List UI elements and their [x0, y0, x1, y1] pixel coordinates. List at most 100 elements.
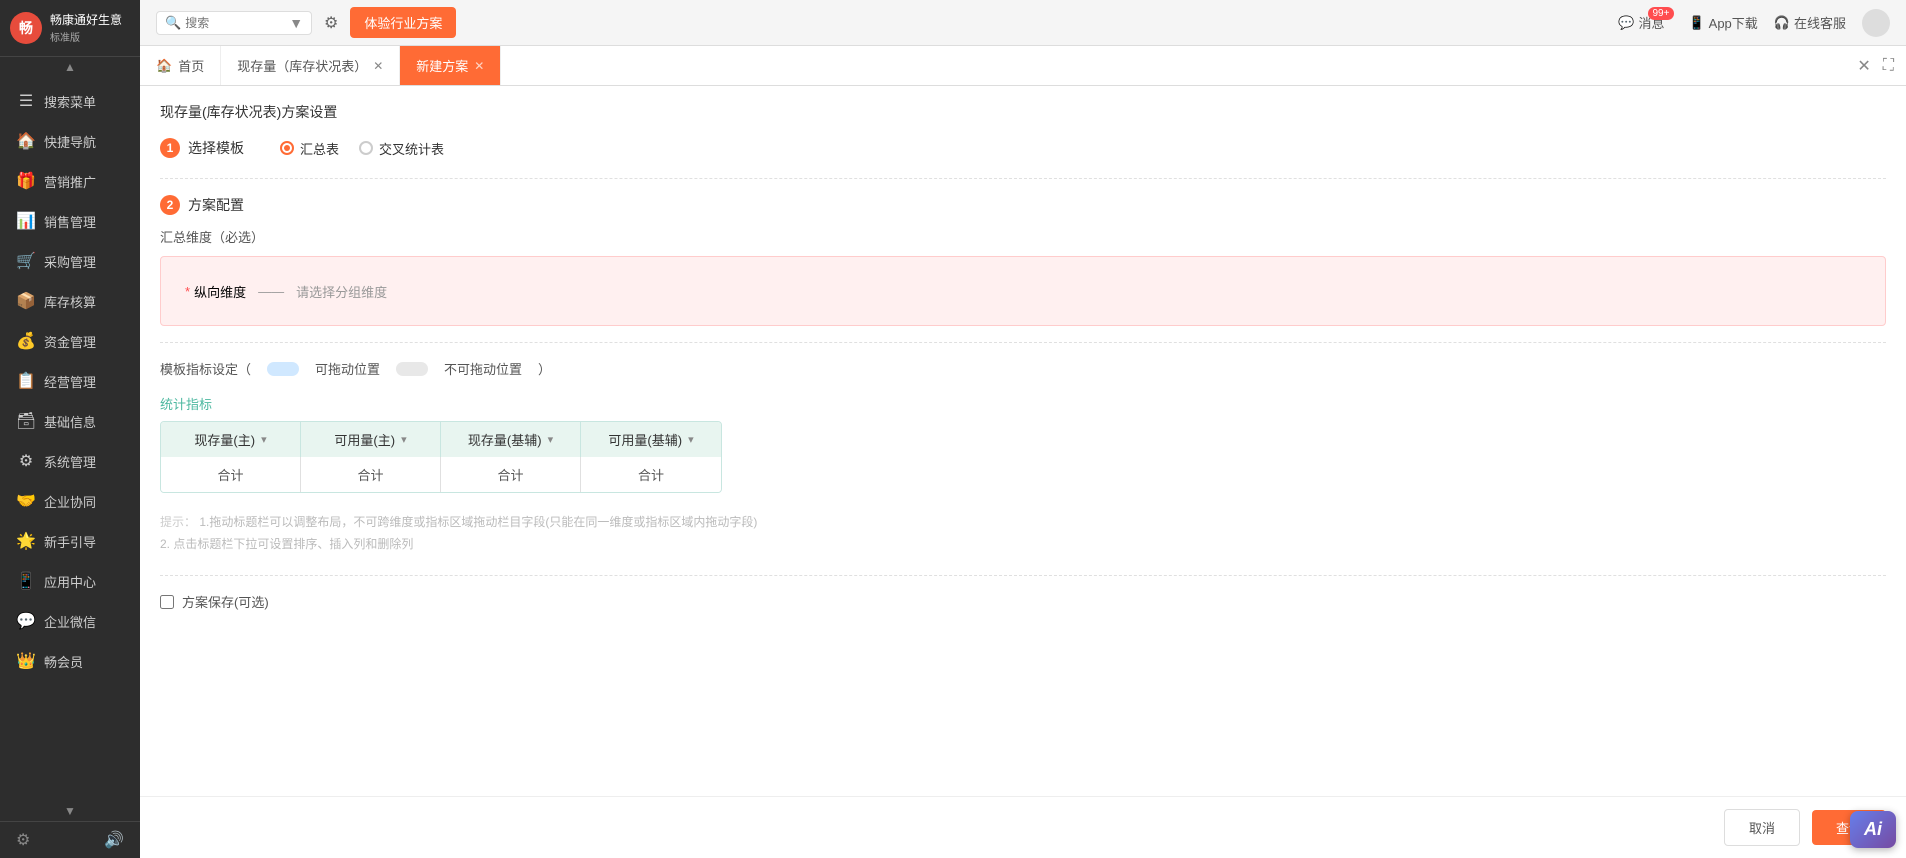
sidebar-item-system[interactable]: ⚙ 系统管理 — [0, 441, 140, 481]
sidebar-item-finance[interactable]: 💰 资金管理 — [0, 321, 140, 361]
stats-col-2-label: 可用量(主) — [334, 430, 395, 449]
finance-icon: 💰 — [16, 331, 36, 351]
col-3-chevron: ▾ — [548, 433, 554, 446]
required-star: * — [185, 284, 190, 299]
ai-badge[interactable]: Ai — [1850, 811, 1896, 848]
topbar-right: 💬 消息 99+ 📱 App下载 🎧 在线客服 — [1618, 9, 1890, 37]
stats-col-4-label: 可用量(基辅) — [608, 430, 682, 449]
enterprise-wechat-icon: 💬 — [16, 611, 36, 631]
sidebar-item-search-menu[interactable]: ☰ 搜索菜单 — [0, 81, 140, 121]
footer-bar: 取消 查询 — [140, 796, 1906, 858]
step2-header: 2 方案配置 — [160, 195, 1886, 215]
purchase-icon: 🛒 — [16, 251, 36, 271]
sidebar-item-operation[interactable]: 📋 经营管理 — [0, 361, 140, 401]
app-download-btn[interactable]: 📱 App下载 — [1688, 13, 1757, 32]
close-panel-btn[interactable]: ✕ — [1853, 52, 1874, 80]
tab-inventory-label: 现存量（库存状况表） — [237, 56, 367, 75]
sidebar-item-enterprise-wechat[interactable]: 💬 企业微信 — [0, 601, 140, 641]
sidebar-item-label: 搜索菜单 — [44, 92, 96, 111]
page-content: 现存量(库存状况表)方案设置 1 选择模板 汇总表 — [140, 86, 1906, 643]
user-avatar-btn[interactable] — [1862, 9, 1890, 37]
logo-text: 畅康通好生意 标准版 — [50, 12, 122, 44]
radio-summary[interactable]: 汇总表 — [280, 139, 339, 158]
sidebar-item-label: 系统管理 — [44, 452, 96, 471]
step1-section: 1 选择模板 汇总表 交叉统计表 — [160, 138, 1886, 158]
search-dropdown-btn[interactable]: ▼ — [289, 15, 303, 31]
expand-panel-btn[interactable]: ⛶ — [1879, 53, 1898, 79]
sidebar-item-basic-info[interactable]: 🗃 基础信息 — [0, 401, 140, 441]
home-icon: 🏠 — [156, 58, 172, 74]
tab-inventory-close[interactable]: ✕ — [373, 59, 383, 73]
step1-header: 1 选择模板 汇总表 交叉统计表 — [160, 138, 1886, 158]
sidebar-item-inventory[interactable]: 📦 库存核算 — [0, 281, 140, 321]
divider-3 — [160, 575, 1886, 576]
basic-info-icon: 🗃 — [16, 411, 36, 431]
template-options: 汇总表 交叉统计表 — [280, 139, 444, 158]
app-center-icon: 📱 — [16, 571, 36, 591]
tab-new-scheme[interactable]: 新建方案 ✕ — [400, 46, 501, 85]
save-checkbox[interactable] — [160, 595, 174, 609]
settings-footer-icon[interactable]: ⚙ — [16, 830, 30, 850]
stats-col-2-header[interactable]: 可用量(主) ▾ — [301, 422, 441, 457]
trial-btn[interactable]: 体验行业方案 — [350, 7, 456, 38]
page-title: 现存量(库存状况表)方案设置 — [160, 102, 1886, 122]
logo-icon: 畅 — [10, 12, 42, 44]
sidebar-item-label: 企业协同 — [44, 492, 96, 511]
topbar-search-box[interactable]: 🔍 ▼ — [156, 11, 312, 35]
sidebar-logo: 畅 畅康通好生意 标准版 — [0, 0, 140, 57]
sidebar-nav: ☰ 搜索菜单 🏠 快捷导航 🎁 营销推广 📊 销售管理 🛒 采购管理 📦 库存核… — [0, 77, 140, 801]
app-icon: 📱 — [1688, 15, 1704, 31]
stats-body-row: 合计 合计 合计 合计 — [161, 457, 721, 492]
sidebar-item-label: 销售管理 — [44, 212, 96, 231]
sidebar-item-marketing[interactable]: 🎁 营销推广 — [0, 161, 140, 201]
inventory-icon: 📦 — [16, 291, 36, 311]
stats-col-2-cell: 合计 — [301, 457, 441, 492]
radio-crosstab[interactable]: 交叉统计表 — [359, 139, 444, 158]
radio-summary-label: 汇总表 — [300, 139, 339, 158]
topbar-settings-btn[interactable]: ⚙ — [320, 9, 342, 37]
sidebar-item-purchase[interactable]: 🛒 采购管理 — [0, 241, 140, 281]
dimension-box[interactable]: * 纵向维度 —— 请选择分组维度 — [160, 256, 1886, 326]
topbar: 🔍 ▼ ⚙ 体验行业方案 💬 消息 99+ 📱 App下载 🎧 在线客服 — [140, 0, 1906, 46]
stats-col-1-header[interactable]: 现存量(主) ▾ — [161, 422, 301, 457]
cancel-button[interactable]: 取消 — [1724, 809, 1800, 846]
stats-header-row: 现存量(主) ▾ 可用量(主) ▾ 现存量(基辅) ▾ — [161, 422, 721, 457]
dimension-name: 纵向维度 — [194, 282, 246, 301]
indicator-settings-label: 模板指标设定（ — [160, 359, 251, 378]
sidebar-scroll-up[interactable]: ▲ — [0, 57, 140, 77]
sidebar-footer: ⚙ 🔊 — [0, 821, 140, 858]
tab-new-scheme-close[interactable]: ✕ — [474, 59, 484, 73]
sidebar-scroll-down[interactable]: ▼ — [0, 801, 140, 821]
radio-summary-circle — [280, 141, 294, 155]
content-area: 现存量(库存状况表)方案设置 1 选择模板 汇总表 — [140, 86, 1906, 796]
stats-col-3-header[interactable]: 现存量(基辅) ▾ — [441, 422, 581, 457]
operation-icon: 📋 — [16, 371, 36, 391]
tabbar-actions: ✕ ⛶ — [1853, 52, 1906, 80]
message-btn[interactable]: 💬 消息 99+ — [1618, 13, 1664, 32]
sidebar-item-label: 经营管理 — [44, 372, 96, 391]
step2-title: 方案配置 — [188, 195, 244, 215]
sidebar-item-app-center[interactable]: 📱 应用中心 — [0, 561, 140, 601]
sidebar-item-label: 企业微信 — [44, 612, 96, 631]
stats-section: 统计指标 现存量(主) ▾ 可用量(主) ▾ — [160, 394, 1886, 496]
stats-col-3-cell: 合计 — [441, 457, 581, 492]
tab-inventory-status[interactable]: 现存量（库存状况表） ✕ — [221, 46, 400, 85]
sidebar-item-member[interactable]: 👑 畅会员 — [0, 641, 140, 681]
radio-crosstab-label: 交叉统计表 — [379, 139, 444, 158]
stats-table: 现存量(主) ▾ 可用量(主) ▾ 现存量(基辅) ▾ — [160, 421, 722, 493]
sidebar-item-enterprise[interactable]: 🤝 企业协同 — [0, 481, 140, 521]
tab-home[interactable]: 🏠 首页 — [140, 46, 221, 85]
stats-col-4-header[interactable]: 可用量(基辅) ▾ — [581, 422, 721, 457]
tip-2: 2. 点击标题栏下拉可设置排序、插入列和删除列 — [160, 537, 413, 551]
step1-title: 选择模板 — [188, 138, 244, 158]
sidebar-item-newcomer[interactable]: 🌟 新手引导 — [0, 521, 140, 561]
search-input[interactable] — [185, 16, 285, 30]
radio-summary-inner — [284, 145, 290, 151]
sidebar-item-quick-nav[interactable]: 🏠 快捷导航 — [0, 121, 140, 161]
radio-crosstab-circle — [359, 141, 373, 155]
stats-col-4-cell: 合计 — [581, 457, 721, 492]
message-icon: 💬 — [1618, 15, 1634, 31]
sound-footer-icon[interactable]: 🔊 — [104, 830, 124, 850]
online-service-btn[interactable]: 🎧 在线客服 — [1774, 13, 1846, 32]
sidebar-item-sales[interactable]: 📊 销售管理 — [0, 201, 140, 241]
